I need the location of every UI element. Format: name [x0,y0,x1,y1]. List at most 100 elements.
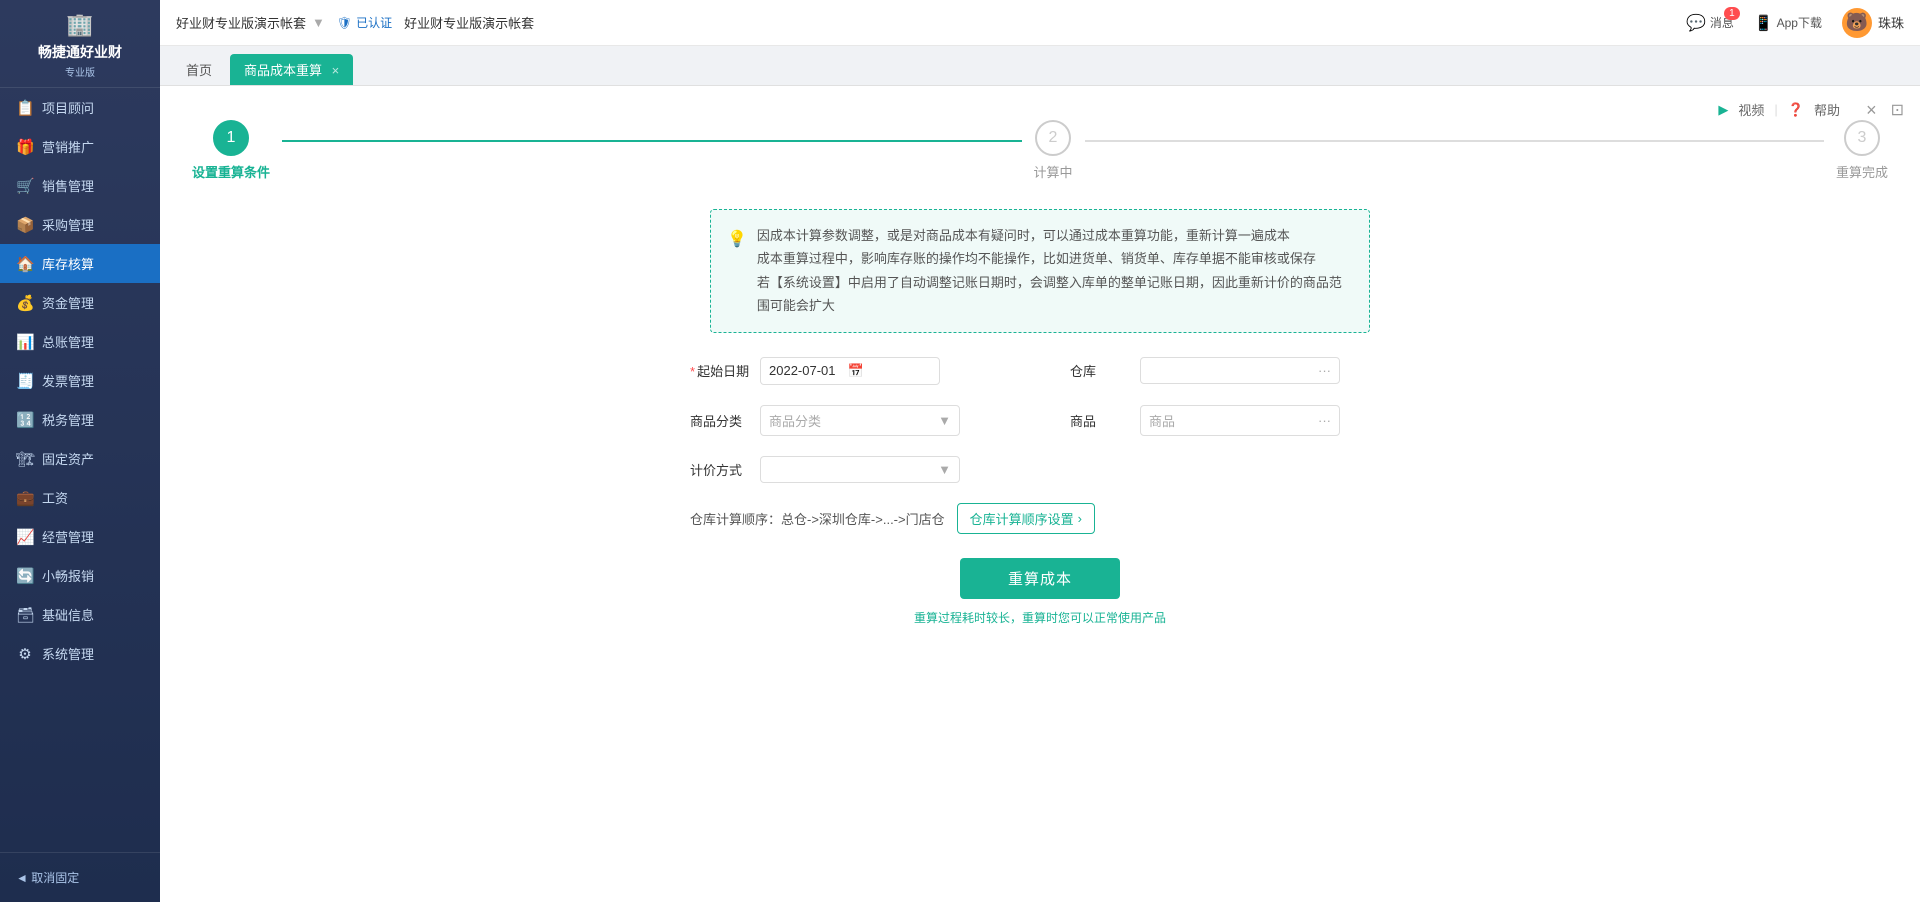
recalc-area: 重算成本 重算过程耗时较长，重算时您可以正常使用产品 [690,558,1390,626]
sidebar-item-accounting[interactable]: 📊 总账管理 [0,322,160,361]
step-2: 2 计算中 [1034,120,1073,181]
sidebar-item-project[interactable]: 📋 项目顾问 [0,88,160,127]
content-area: × ⊡ ▶ 视频 | ❓ 帮助 1 设置重算条件 2 计算中 [160,86,1920,902]
goods-field: 商品 商品 ··· [1070,405,1390,436]
date-value: 2022-07-01 [769,363,836,378]
sidebar-item-purchase[interactable]: 📦 采购管理 [0,205,160,244]
info-line-2: 成本重算过程中，影响库存账的操作均不能操作，比如进货单、销货单、库存单据不能审核… [757,247,1342,270]
warehouse-dots-icon[interactable]: ··· [1318,363,1331,378]
category-select[interactable]: 商品分类 ▼ [760,405,960,436]
goods-label: 商品 [1070,411,1130,430]
message-badge: 1 [1724,7,1740,20]
warehouse-order-btn-label: 仓库计算顺序设置 [970,509,1074,528]
stepper: 1 设置重算条件 2 计算中 3 重算完成 [192,110,1888,181]
verified-label: 已认证 [356,14,392,31]
account-selector[interactable]: 好业财专业版演示帐套 ▼ [176,13,325,32]
window-controls: × ⊡ [1866,100,1904,121]
pin-button[interactable]: ◄ 取消固定 [0,861,160,894]
price-method-select[interactable]: ▼ [760,456,960,483]
step-circle-1: 1 [213,120,249,156]
sidebar-item-label: 库存核算 [42,254,94,273]
sidebar-item-expense[interactable]: 🔄 小畅报销 [0,556,160,595]
form-area: *起始日期 2022-07-01 📅 仓库 ··· [690,357,1390,626]
recalc-hint: 重算过程耗时较长，重算时您可以正常使用产品 [914,609,1166,626]
category-field: 商品分类 商品分类 ▼ [690,405,1010,436]
accounting-icon: 📊 [16,333,34,351]
tax-icon: 🔢 [16,411,34,429]
start-date-field: *起始日期 2022-07-01 📅 [690,357,1010,385]
step-line-1 [282,140,1021,142]
phone-icon: 📱 [1754,14,1773,32]
account-name: 好业财专业版演示帐套 [176,13,306,32]
chevron-down-icon: ▼ [312,15,325,30]
start-date-input[interactable]: 2022-07-01 📅 [760,357,940,385]
sidebar-item-invoice[interactable]: 🧾 发票管理 [0,361,160,400]
sidebar-item-label: 项目顾问 [42,98,94,117]
goods-placeholder: 商品 [1149,411,1314,430]
goods-input[interactable]: 商品 ··· [1140,405,1340,436]
message-button[interactable]: 💬 消息 1 [1686,13,1734,33]
sidebar-item-tax[interactable]: 🔢 税务管理 [0,400,160,439]
step-label-1: 设置重算条件 [192,162,270,181]
tab-recalc[interactable]: 商品成本重算 × [230,54,353,85]
sidebar-item-label: 基础信息 [42,605,94,624]
expand-button[interactable]: ⊡ [1891,100,1904,121]
tab-close-icon[interactable]: × [332,63,340,78]
salary-icon: 💼 [16,489,34,507]
expense-icon: 🔄 [16,567,34,585]
sidebar-item-system[interactable]: ⚙ 系统管理 [0,634,160,673]
sidebar-item-label: 经营管理 [42,527,94,546]
sidebar-item-label: 固定资产 [42,449,94,468]
help-button[interactable]: 帮助 [1814,100,1840,119]
sidebar-item-finance[interactable]: 💰 资金管理 [0,283,160,322]
sales-icon: 🛒 [16,177,34,195]
invoice-icon: 🧾 [16,372,34,390]
price-method-arrow-icon: ▼ [938,462,951,477]
sidebar-item-basic[interactable]: 🗃 基础信息 [0,595,160,634]
form-row-1: *起始日期 2022-07-01 📅 仓库 ··· [690,357,1390,385]
category-arrow-icon: ▼ [938,413,951,428]
warehouse-order-btn[interactable]: 仓库计算顺序设置 › [957,503,1095,534]
sidebar-item-label: 销售管理 [42,176,94,195]
system-icon: ⚙ [16,645,34,663]
sidebar-bottom: ◄ 取消固定 [0,852,160,902]
app-subtitle: 专业版 [65,64,95,79]
sidebar-item-assets[interactable]: 🏗 固定资产 [0,439,160,478]
sidebar-item-salary[interactable]: 💼 工资 [0,478,160,517]
step-3: 3 重算完成 [1836,120,1888,181]
step-line-2 [1085,140,1824,142]
help-icon: ❓ [1788,102,1804,118]
category-label: 商品分类 [690,411,750,430]
recalc-btn-label: 重算成本 [1008,571,1072,588]
warehouse-field: 仓库 ··· [1070,357,1390,384]
sidebar-item-ops[interactable]: 📈 经营管理 [0,517,160,556]
message-icon: 💬 [1686,13,1706,33]
app-download-button[interactable]: 📱 App下载 [1754,14,1822,32]
main-area: 好业财专业版演示帐套 ▼ 🛡 已认证 好业财专业版演示帐套 💬 消息 1 📱 A… [160,0,1920,902]
warehouse-label: 仓库 [1070,361,1130,380]
sidebar-item-label: 采购管理 [42,215,94,234]
basic-icon: 🗃 [16,606,34,624]
topbar: 好业财专业版演示帐套 ▼ 🛡 已认证 好业财专业版演示帐套 💬 消息 1 📱 A… [160,0,1920,46]
warehouse-input[interactable]: ··· [1140,357,1340,384]
calendar-icon[interactable]: 📅 [848,363,864,379]
pin-label: ◄ 取消固定 [16,869,79,886]
warehouse-order-row: 仓库计算顺序：总仓->深圳仓库->...->门店仓 仓库计算顺序设置 › [690,503,1390,534]
video-button[interactable]: 视频 [1738,100,1764,119]
close-button[interactable]: × [1866,100,1877,121]
tab-recalc-label: 商品成本重算 [244,63,322,78]
form-row-2: 商品分类 商品分类 ▼ 商品 商品 ··· [690,405,1390,436]
sidebar-item-label: 营销推广 [42,137,94,156]
username: 珠珠 [1878,13,1904,32]
goods-dots-icon[interactable]: ··· [1318,413,1331,428]
sidebar-item-inventory[interactable]: 🏠 库存核算 [0,244,160,283]
recalc-button[interactable]: 重算成本 [960,558,1120,599]
sidebar-item-label: 工资 [42,488,68,507]
content-toolbar: ▶ 视频 | ❓ 帮助 [1718,100,1840,119]
sidebar-item-sales[interactable]: 🛒 销售管理 [0,166,160,205]
sidebar-logo: 🏢 畅捷通好业财 专业版 [0,0,160,88]
tab-home[interactable]: 首页 [172,54,226,85]
sidebar-item-marketing[interactable]: 🎁 营销推广 [0,127,160,166]
user-menu[interactable]: 🐻 珠珠 [1842,8,1904,38]
app-download-label: App下载 [1777,14,1822,31]
